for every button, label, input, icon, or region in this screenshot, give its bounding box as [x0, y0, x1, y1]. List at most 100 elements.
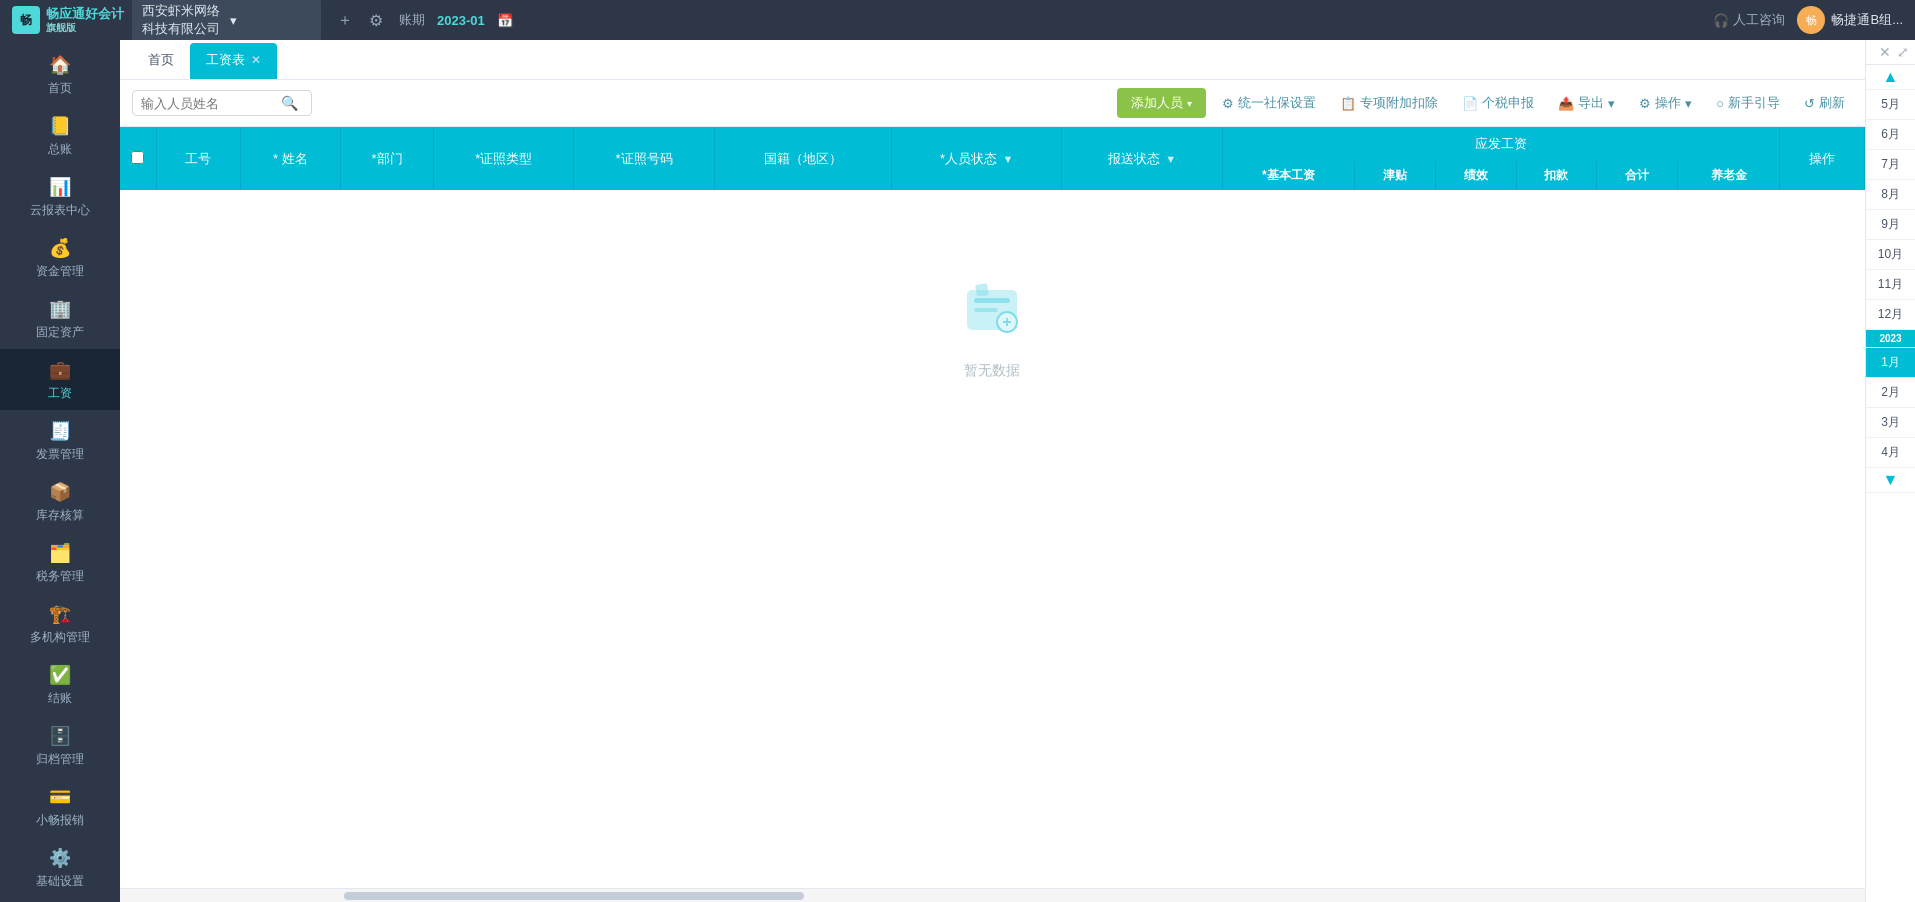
salary-table-wrap: 工号 * 姓名 *部门 *证照类型 *证照号码 国籍（地区） *人员状态 ▼ 报… — [120, 127, 1865, 888]
th-id-type: *证照类型 — [434, 127, 574, 190]
app-title: 畅应通好会计 — [46, 6, 124, 22]
sidebar-item-multi[interactable]: 🏗️ 多机构管理 — [0, 593, 120, 654]
social-settings-btn[interactable]: ⚙ 统一社保设置 — [1214, 90, 1324, 116]
archive-icon: 🗄️ — [49, 725, 71, 747]
export-dropdown-icon: ▾ — [1608, 96, 1615, 111]
th-dept: *部门 — [340, 127, 433, 190]
invoice-icon: 🧾 — [49, 420, 71, 442]
month-2022-8[interactable]: 8月 — [1866, 180, 1915, 210]
sidebar-label-assets: 固定资产 — [36, 324, 84, 341]
sidebar-item-settle[interactable]: ✅ 结账 — [0, 654, 120, 715]
panel-maximize-btn[interactable]: ⤢ — [1897, 44, 1909, 60]
sidebar-item-inventory[interactable]: 📦 库存核算 — [0, 471, 120, 532]
search-input[interactable] — [141, 96, 281, 111]
th-check[interactable] — [120, 127, 156, 190]
sidebar-item-archive[interactable]: 🗄️ 归档管理 — [0, 715, 120, 776]
sidebar-item-cloud[interactable]: 📊 云报表中心 — [0, 166, 120, 227]
funds-icon: 💰 — [49, 237, 71, 259]
sidebar-item-settings[interactable]: ⚙️ 基础设置 — [0, 837, 120, 898]
app-subtitle: 旗舰版 — [46, 22, 124, 34]
export-btn[interactable]: 📤 导出 ▾ — [1550, 90, 1623, 116]
tax-icon: 🗂️ — [49, 542, 71, 564]
sidebar-label-expense: 小畅报销 — [36, 812, 84, 829]
sidebar-label-cloud: 云报表中心 — [30, 202, 90, 219]
calendar-icon[interactable]: 📅 — [497, 13, 513, 28]
topbar-right: 🎧 人工咨询 畅 畅捷通B组... — [1713, 6, 1903, 34]
sidebar-item-assets[interactable]: 🏢 固定资产 — [0, 288, 120, 349]
month-2022-5[interactable]: 5月 — [1866, 90, 1915, 120]
tab-home[interactable]: 首页 — [132, 43, 190, 79]
tax-report-label: 个税申报 — [1482, 94, 1534, 112]
newguide-label: 新手引导 — [1728, 94, 1780, 112]
search-wrap: 🔍 — [132, 90, 312, 116]
month-2022-6[interactable]: 6月 — [1866, 120, 1915, 150]
year-2023-label: 2023 — [1866, 330, 1915, 348]
tab-salary[interactable]: 工资表 ✕ — [190, 43, 277, 79]
content-area: 首页 工资表 ✕ 🔍 添加人员 ▾ ⚙ 统一社保设置 📋 专项 — [120, 40, 1865, 902]
panel-close-btn[interactable]: ✕ — [1879, 44, 1891, 60]
tax-report-btn[interactable]: 📄 个税申报 — [1454, 90, 1542, 116]
tab-bar: 首页 工资表 ✕ — [120, 40, 1865, 80]
panel-top-buttons: ✕ ⤢ — [1866, 40, 1915, 65]
operate-dropdown-icon: ▾ — [1685, 96, 1692, 111]
refresh-btn[interactable]: ↺ 刷新 — [1796, 90, 1853, 116]
month-2022-7[interactable]: 7月 — [1866, 150, 1915, 180]
month-2022-9[interactable]: 9月 — [1866, 210, 1915, 240]
panel-nav-down[interactable]: ▼ — [1866, 468, 1915, 493]
special-deduction-btn[interactable]: 📋 专项附加扣除 — [1332, 90, 1446, 116]
newguide-icon: ○ — [1716, 96, 1724, 111]
svg-rect-2 — [974, 308, 998, 312]
empty-state: 暂无数据 — [120, 190, 1865, 420]
inventory-icon: 📦 — [49, 481, 71, 503]
month-2023-3[interactable]: 3月 — [1866, 408, 1915, 438]
tab-close-btn[interactable]: ✕ — [251, 53, 261, 67]
report-filter-icon[interactable]: ▼ — [1165, 153, 1176, 165]
user-area[interactable]: 畅 畅捷通B组... — [1797, 6, 1903, 34]
month-2023-2[interactable]: 2月 — [1866, 378, 1915, 408]
sidebar-item-funds[interactable]: 💰 资金管理 — [0, 227, 120, 288]
month-2022-12[interactable]: 12月 — [1866, 300, 1915, 330]
service-btn[interactable]: 🎧 人工咨询 — [1713, 11, 1785, 29]
headset-icon: 🎧 — [1713, 13, 1729, 28]
month-2023-4[interactable]: 4月 — [1866, 438, 1915, 468]
period-value: 2023-01 — [437, 13, 485, 28]
sidebar-item-guide[interactable]: 🆕 新手引导 — [0, 898, 120, 902]
month-2022-10[interactable]: 10月 — [1866, 240, 1915, 270]
company-dropdown-icon: ▾ — [230, 13, 312, 28]
settings-icon[interactable]: ⚙ — [365, 9, 387, 32]
main-layout: 🏠 首页 📒 总账 📊 云报表中心 💰 资金管理 🏢 固定资产 💼 工资 🧾 发… — [0, 40, 1915, 902]
th-action: 操作 — [1780, 127, 1865, 190]
svg-rect-6 — [975, 283, 989, 297]
status-filter-icon[interactable]: ▼ — [1003, 153, 1014, 165]
operate-btn[interactable]: ⚙ 操作 ▾ — [1631, 90, 1700, 116]
month-2022-11[interactable]: 11月 — [1866, 270, 1915, 300]
empty-icon — [952, 270, 1032, 350]
add-dropdown-icon: ▾ — [1187, 98, 1192, 109]
th-name: * 姓名 — [240, 127, 340, 190]
newguide-btn[interactable]: ○ 新手引导 — [1708, 90, 1788, 116]
scroll-thumb[interactable] — [344, 892, 804, 900]
month-2023-1[interactable]: 1月 — [1866, 348, 1915, 378]
panel-nav-up[interactable]: ▲ — [1866, 65, 1915, 90]
sidebar-label-home: 首页 — [48, 80, 72, 97]
th-report-status: 报送状态 ▼ — [1062, 127, 1223, 190]
topbar: 畅 畅应通好会计 旗舰版 西安虾米网络科技有限公司 ▾ ＋ ⚙ 账期 2023-… — [0, 0, 1915, 40]
sidebar-item-expense[interactable]: 💳 小畅报销 — [0, 776, 120, 837]
company-selector[interactable]: 西安虾米网络科技有限公司 ▾ — [132, 0, 321, 42]
select-all-checkbox[interactable] — [131, 151, 144, 164]
sidebar-item-home[interactable]: 🏠 首页 — [0, 44, 120, 105]
sidebar-label-settle: 结账 — [48, 690, 72, 707]
tax-report-icon: 📄 — [1462, 96, 1478, 111]
scroll-x-bar[interactable] — [120, 888, 1865, 902]
th-id: 工号 — [156, 127, 240, 190]
sidebar-item-ledger[interactable]: 📒 总账 — [0, 105, 120, 166]
sidebar-item-tax[interactable]: 🗂️ 税务管理 — [0, 532, 120, 593]
social-icon: ⚙ — [1222, 96, 1234, 111]
add-person-button[interactable]: 添加人员 ▾ — [1117, 88, 1206, 118]
operate-icon: ⚙ — [1639, 96, 1651, 111]
sidebar-item-invoice[interactable]: 🧾 发票管理 — [0, 410, 120, 471]
settings-sidebar-icon: ⚙️ — [49, 847, 71, 869]
sidebar-item-salary[interactable]: 💼 工资 — [0, 349, 120, 410]
add-company-btn[interactable]: ＋ — [333, 8, 357, 33]
sidebar-label-funds: 资金管理 — [36, 263, 84, 280]
